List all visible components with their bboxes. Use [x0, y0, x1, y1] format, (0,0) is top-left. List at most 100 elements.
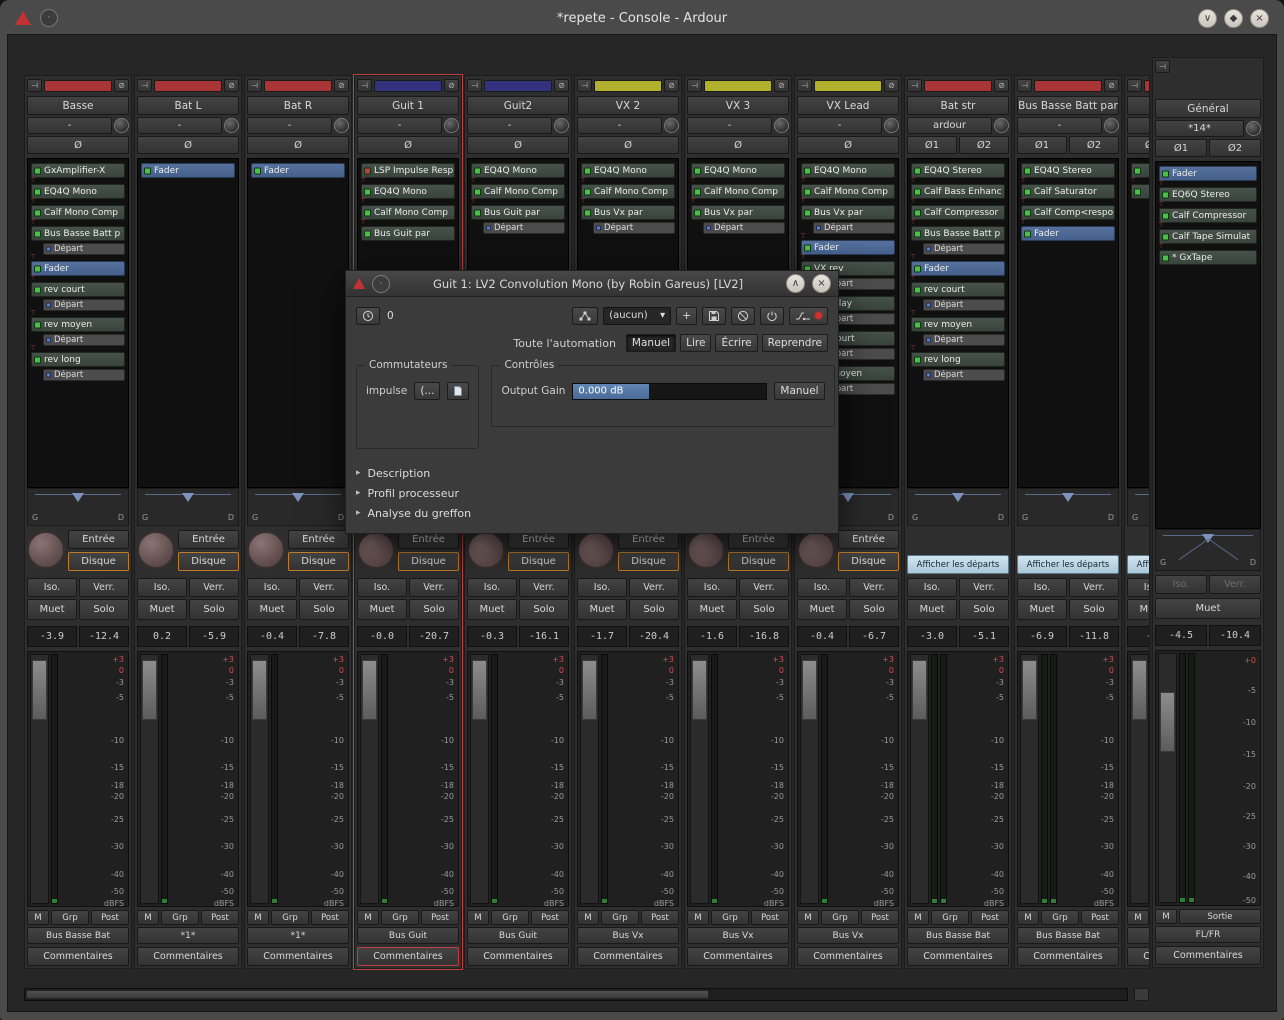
solo-button[interactable]: Solo	[519, 599, 569, 620]
processor-plugin[interactable]: Calf Tape Simulat	[1159, 229, 1257, 244]
comments-button[interactable]: Commentaires	[577, 947, 679, 966]
pan-control[interactable]: G D	[1155, 529, 1261, 571]
output-button[interactable]: Bus Vx	[687, 927, 789, 944]
input-select[interactable]: -	[247, 117, 332, 134]
processor-send[interactable]: rev court	[31, 282, 125, 297]
processor-send[interactable]: Bus Basse Batt p	[911, 226, 1005, 241]
metering-point-button[interactable]: M	[467, 910, 489, 925]
processor-active-led[interactable]	[474, 167, 481, 174]
processor-fader[interactable]: Fader	[31, 261, 125, 276]
input-button[interactable]: Entrée	[838, 530, 899, 549]
lock-button[interactable]: Verr.	[1069, 578, 1119, 597]
record-arm-button[interactable]	[924, 80, 992, 92]
pan-handle-icon[interactable]	[952, 493, 964, 502]
lock-button[interactable]: Verr.	[629, 578, 679, 597]
processor-fader[interactable]: Fader	[801, 240, 895, 255]
input-select[interactable]: -	[577, 117, 662, 134]
processor-active-led[interactable]	[254, 167, 261, 174]
metering-point-button[interactable]: M	[797, 910, 819, 925]
processor-send[interactable]: Bus Vx par	[691, 205, 785, 220]
metering-point-button[interactable]: M	[907, 910, 929, 925]
fader-handle[interactable]	[1132, 660, 1147, 720]
file-browse-icon[interactable]	[447, 382, 469, 400]
automation-touch-button[interactable]: Reprendre	[762, 334, 828, 352]
processor-active-led[interactable]	[914, 167, 921, 174]
gain-display[interactable]: -2	[1127, 626, 1150, 647]
fader-handle[interactable]	[1022, 660, 1037, 720]
record-arm-button[interactable]	[1144, 80, 1150, 92]
show-sends-button[interactable]: Afficher les départs	[1127, 555, 1150, 574]
trim-knob[interactable]	[554, 118, 569, 133]
monitor-icon[interactable]: ⊘	[114, 79, 129, 92]
dialog-menu-icon[interactable]: ·	[372, 275, 390, 293]
output-button[interactable]: *1*	[137, 927, 239, 944]
processor-depart[interactable]: Départ	[923, 243, 1005, 255]
strip-hide-icon[interactable]: ⊣	[467, 79, 482, 92]
processor-active-led[interactable]	[364, 209, 371, 216]
expander-description[interactable]: ▸ Description	[356, 463, 828, 483]
gain-fader[interactable]	[800, 654, 819, 904]
processor-active-led[interactable]	[46, 303, 51, 308]
lock-button[interactable]: Verr.	[79, 578, 129, 597]
input-select[interactable]: -	[27, 117, 112, 134]
strip-hide-icon[interactable]: ⊣	[907, 79, 922, 92]
peak-display[interactable]: -20.4	[629, 626, 679, 647]
input-gain-knob[interactable]	[577, 531, 615, 569]
input-select[interactable]: -	[797, 117, 882, 134]
group-button[interactable]: Grp	[711, 910, 749, 925]
strip-name-button[interactable]: VX 2	[577, 96, 679, 115]
phase-button-2[interactable]: Ø2	[1209, 139, 1261, 157]
automation-write-button[interactable]: Écrire	[715, 334, 757, 352]
group-button[interactable]: Grp	[161, 910, 199, 925]
peak-display[interactable]: -5.9	[189, 626, 239, 647]
output-route-button[interactable]: Sortie	[1179, 909, 1261, 924]
meter-post-button[interactable]: Post	[641, 910, 679, 925]
metering-point-button[interactable]: M	[1017, 910, 1039, 925]
record-arm-button[interactable]	[374, 80, 442, 92]
processor-send[interactable]: rev moyen	[911, 317, 1005, 332]
strip-hide-icon[interactable]: ⊣	[577, 79, 592, 92]
processor-plugin[interactable]: EQ4Q Mono	[361, 184, 455, 199]
mute-button[interactable]: Muet	[797, 599, 847, 620]
show-sends-button[interactable]: Afficher les départs	[1017, 555, 1119, 574]
isolate-button[interactable]: Iso.	[577, 578, 627, 597]
processor-active-led[interactable]	[804, 188, 811, 195]
automation-manual-button[interactable]: Manuel	[626, 334, 676, 352]
fader-handle[interactable]	[912, 660, 927, 720]
group-button[interactable]: Grp	[491, 910, 529, 925]
strip-name-button[interactable]	[1127, 96, 1150, 115]
processor-active-led[interactable]	[1162, 212, 1169, 219]
processor-plugin[interactable]: Calf Mono Comp	[31, 205, 125, 220]
strip-hide-icon[interactable]: ⊣	[247, 79, 262, 92]
window-menu-icon[interactable]: ·	[40, 9, 58, 27]
solo-button[interactable]: Solo	[299, 599, 349, 620]
pan-control[interactable]: G D	[907, 488, 1009, 526]
minimize-icon[interactable]: ∨	[1198, 9, 1217, 28]
gain-fader[interactable]	[910, 654, 929, 904]
processor-active-led[interactable]	[34, 265, 41, 272]
master-input-select[interactable]: *14*	[1155, 120, 1244, 137]
processor-depart[interactable]: Départ	[923, 299, 1005, 311]
isolate-button[interactable]: Iso.	[137, 578, 187, 597]
metering-point-button[interactable]: M	[577, 910, 599, 925]
input-gain-knob[interactable]	[687, 531, 725, 569]
fader-handle[interactable]	[802, 660, 817, 720]
processor-active-led[interactable]	[584, 209, 591, 216]
input-select[interactable]: -	[467, 117, 552, 134]
peak-display[interactable]: -12.4	[79, 626, 129, 647]
comments-button[interactable]: Commentaires	[137, 947, 239, 966]
output-gain-slider[interactable]: 0.000 dB	[572, 383, 767, 400]
monitor-icon[interactable]: ⊘	[664, 79, 679, 92]
show-sends-button[interactable]: Afficher les départs	[907, 555, 1009, 574]
isolate-button[interactable]: Iso.	[797, 578, 847, 597]
trim-knob[interactable]	[1246, 121, 1261, 136]
mute-button[interactable]: Muet	[137, 599, 187, 620]
isolate-button[interactable]: Iso.	[907, 578, 957, 597]
processor-active-led[interactable]	[804, 209, 811, 216]
isolate-button[interactable]: Iso.	[27, 578, 77, 597]
solo-button[interactable]: Solo	[409, 599, 459, 620]
input-gain-knob[interactable]	[27, 531, 65, 569]
comments-button[interactable]: Commentaires	[1017, 947, 1119, 966]
processor-active-led[interactable]	[34, 286, 41, 293]
strip-name-button[interactable]: Guit 1	[357, 96, 459, 115]
